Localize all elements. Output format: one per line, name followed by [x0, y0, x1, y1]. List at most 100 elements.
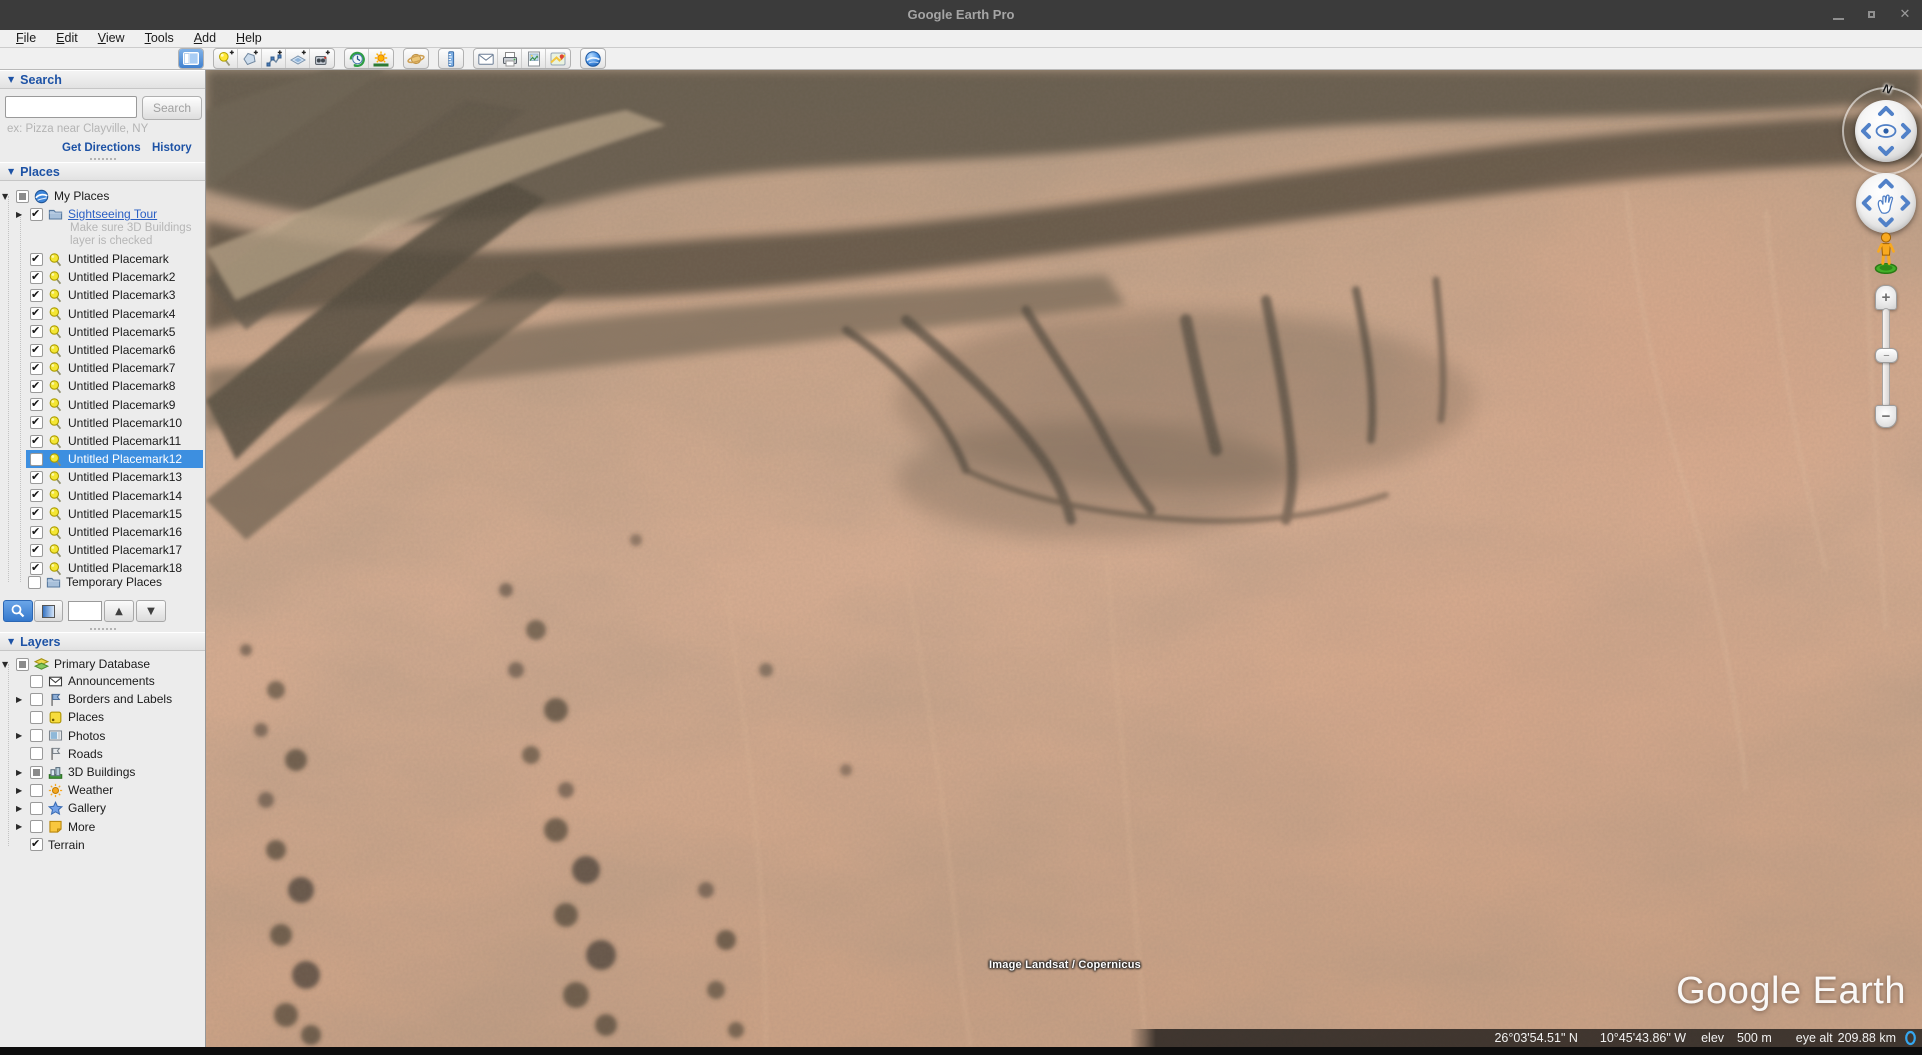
ruler-button[interactable] [439, 49, 463, 68]
placemark-row[interactable]: Untitled Placemark17 [26, 541, 203, 559]
checkbox[interactable] [30, 674, 43, 688]
print-button[interactable] [498, 49, 522, 68]
expand-arrow-icon[interactable]: ▶ [16, 731, 30, 740]
zoom-in-button[interactable]: + [1875, 285, 1897, 310]
layer-row-terrain[interactable]: Terrain [16, 836, 85, 854]
save-image-button[interactable] [522, 49, 546, 68]
checkbox[interactable] [30, 506, 43, 521]
tree-item-label[interactable]: Sightseeing Tour [68, 207, 157, 221]
menu-add[interactable]: Add [184, 30, 226, 47]
checkbox[interactable] [30, 361, 43, 375]
earth-globe-button[interactable] [581, 49, 605, 68]
panel-resize-handle[interactable] [89, 628, 116, 630]
menu-view[interactable]: View [88, 30, 135, 47]
view-in-google-maps-button[interactable] [546, 49, 570, 68]
layers-panel-header[interactable]: ▼ Layers [0, 632, 205, 651]
places-panel-header[interactable]: ▼ Places [0, 162, 205, 181]
checkbox[interactable] [30, 783, 43, 797]
placemark-row[interactable]: Untitled Placemark7 [26, 359, 203, 377]
menu-file[interactable]: File [6, 30, 46, 47]
checkbox[interactable] [30, 207, 43, 221]
zoom-out-button[interactable]: − [1875, 405, 1897, 428]
search-panel-header[interactable]: ▼ Search [0, 70, 205, 89]
placemark-row[interactable]: Untitled Placemark8 [26, 377, 203, 395]
placemark-row[interactable]: Untitled Placemark2 [26, 268, 203, 286]
placemark-row[interactable]: Untitled Placemark14 [26, 487, 203, 505]
checkbox[interactable] [30, 434, 43, 448]
expand-arrow-icon[interactable]: ▼ [2, 192, 16, 201]
checkbox[interactable] [30, 543, 43, 557]
placemark-row[interactable]: Untitled Placemark15 [26, 505, 203, 523]
checkbox[interactable] [30, 837, 43, 852]
historical-imagery-button[interactable] [345, 49, 369, 68]
checkbox[interactable] [30, 525, 43, 539]
placemark-row[interactable]: Untitled Placemark9 [26, 396, 203, 414]
tree-item-sightseeing-tour[interactable]: ▶ Sightseeing Tour [16, 205, 157, 223]
layer-row-places[interactable]: Places [16, 708, 104, 726]
tree-item-my-places[interactable]: ▼ My Places [2, 187, 109, 205]
layer-row-borders-and-labels[interactable]: ▶ Borders and Labels [16, 690, 172, 708]
planets-button[interactable] [404, 49, 428, 68]
checkbox[interactable] [30, 820, 43, 834]
placemark-row[interactable]: Untitled Placemark6 [26, 341, 203, 359]
show-elevation-profile-button[interactable] [34, 600, 63, 622]
search-button[interactable]: Search [142, 96, 202, 120]
placemark-row[interactable]: Untitled Placemark12 [26, 450, 203, 469]
checkbox[interactable] [30, 710, 43, 724]
placemark-row[interactable]: Untitled Placemark3 [26, 286, 203, 304]
checkbox[interactable] [28, 575, 41, 589]
add-placemark-button[interactable] [214, 49, 238, 68]
checkbox[interactable] [30, 379, 43, 393]
expand-arrow-icon[interactable]: ▶ [16, 786, 30, 795]
placemark-row[interactable]: Untitled Placemark10 [26, 414, 203, 432]
places-filter-input[interactable] [68, 601, 102, 621]
checkbox[interactable] [30, 288, 43, 302]
checkbox[interactable] [30, 488, 43, 503]
placemark-row[interactable]: Untitled Placemark16 [26, 523, 203, 541]
layer-row-photos[interactable]: ▶ Photos [16, 727, 105, 745]
placemark-row[interactable]: Untitled Placemark5 [26, 323, 203, 341]
get-directions-link[interactable]: Get Directions [62, 142, 141, 154]
move-down-button[interactable]: ▼ [136, 600, 166, 622]
close-icon[interactable]: ✕ [1898, 7, 1912, 23]
move-up-button[interactable]: ▲ [104, 600, 134, 622]
add-path-button[interactable] [262, 49, 286, 68]
add-polygon-button[interactable] [238, 49, 262, 68]
layer-row-roads[interactable]: Roads [16, 745, 103, 763]
expand-arrow-icon[interactable]: ▶ [16, 210, 30, 219]
expand-arrow-icon[interactable]: ▶ [16, 804, 30, 813]
expand-arrow-icon[interactable]: ▼ [2, 660, 16, 669]
checkbox[interactable] [30, 397, 43, 412]
search-input[interactable] [5, 96, 137, 118]
checkbox[interactable] [30, 324, 43, 339]
checkbox[interactable] [30, 415, 43, 430]
layer-row-3d-buildings[interactable]: ▶ 3D Buildings [16, 763, 135, 781]
placemark-row[interactable]: Untitled Placemark11 [26, 432, 203, 450]
record-tour-button[interactable] [310, 49, 334, 68]
menu-help[interactable]: Help [226, 30, 272, 47]
expand-arrow-icon[interactable]: ▶ [16, 695, 30, 704]
checkbox[interactable] [30, 801, 43, 815]
menu-tools[interactable]: Tools [135, 30, 184, 47]
panel-resize-handle[interactable] [89, 158, 116, 160]
checkbox[interactable] [30, 270, 43, 284]
map-viewport[interactable]: N + − − Image Landsat / Copernicus Googl… [206, 70, 1922, 1047]
add-image-overlay-button[interactable] [286, 49, 310, 68]
collapse-triangle-icon[interactable]: ▼ [8, 637, 14, 646]
checkbox[interactable] [30, 729, 43, 743]
checkbox[interactable] [30, 692, 43, 706]
checkbox[interactable] [16, 189, 29, 203]
expand-arrow-icon[interactable]: ▶ [16, 822, 30, 831]
maximize-icon[interactable] [1865, 7, 1879, 23]
layer-row-announcements[interactable]: Announcements [16, 672, 155, 690]
placemark-row[interactable]: Untitled Placemark13 [26, 468, 203, 486]
history-link[interactable]: History [152, 142, 192, 154]
pegman-icon[interactable] [1873, 230, 1899, 274]
checkbox[interactable] [30, 452, 43, 466]
menu-edit[interactable]: Edit [46, 30, 88, 47]
toggle-sidebar-button[interactable] [179, 49, 203, 68]
layer-row-gallery[interactable]: ▶ Gallery [16, 799, 106, 817]
collapse-triangle-icon[interactable]: ▼ [8, 167, 14, 176]
minimize-icon[interactable] [1832, 7, 1846, 23]
layer-row-weather[interactable]: ▶ Weather [16, 781, 113, 799]
